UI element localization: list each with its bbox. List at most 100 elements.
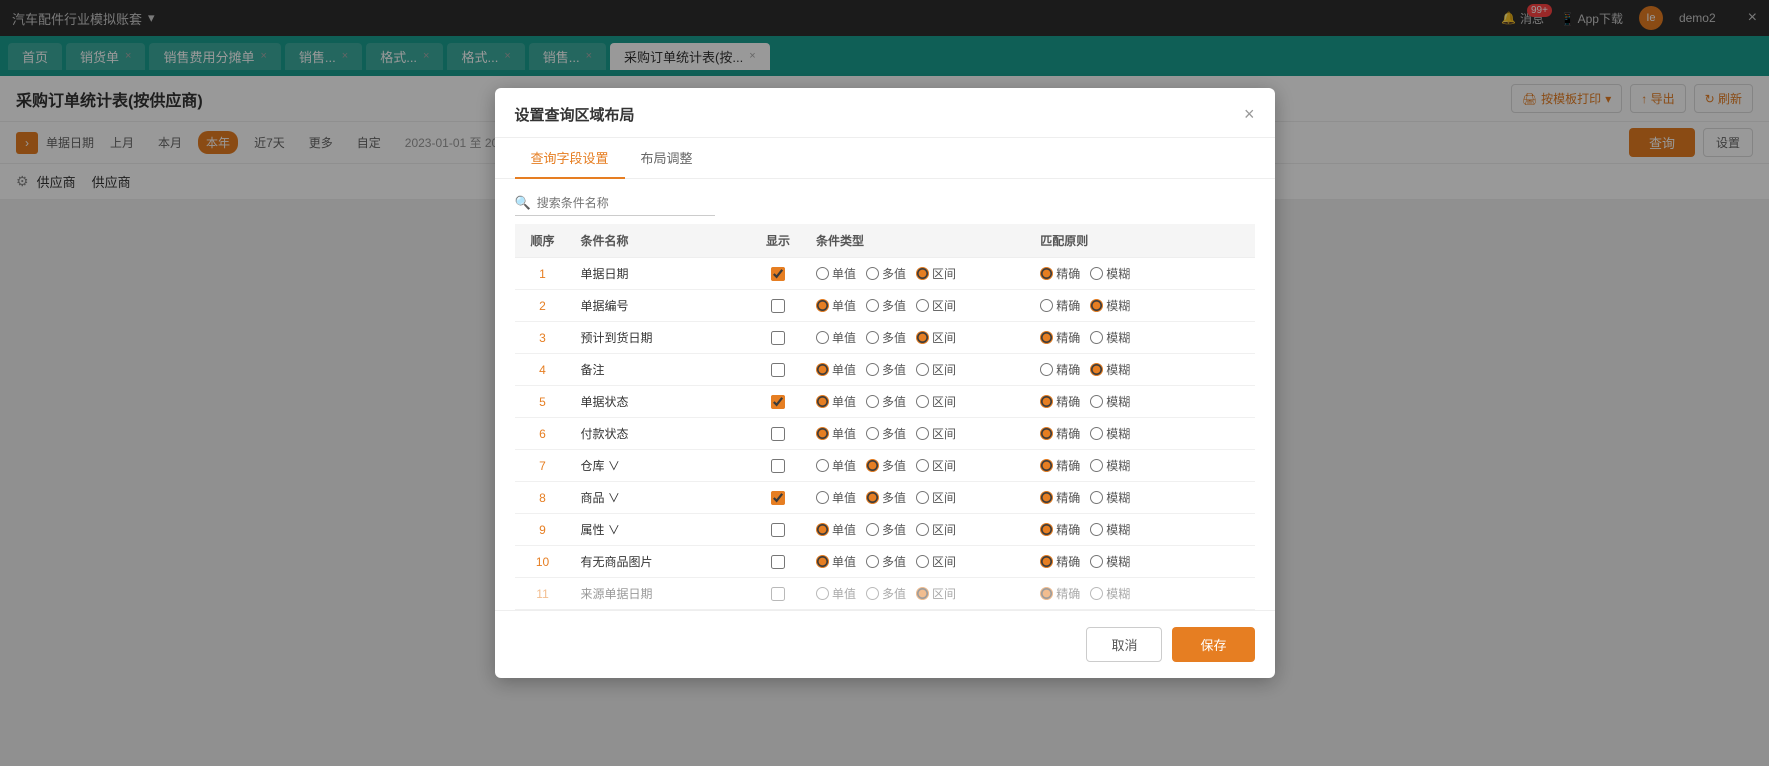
- display-checkbox[interactable]: [771, 299, 785, 313]
- type-radio-item[interactable]: 区间: [916, 361, 956, 378]
- match-radio-item[interactable]: 模糊: [1090, 265, 1130, 282]
- type-radio-item[interactable]: 单值: [816, 361, 856, 378]
- type-radio-item[interactable]: 单值: [816, 425, 856, 442]
- match-radio-item[interactable]: 精确: [1040, 489, 1080, 506]
- match-radio-item[interactable]: 精确: [1040, 329, 1080, 346]
- type-radio-item[interactable]: 区间: [916, 329, 956, 346]
- row-condition-name: 预计到货日期: [571, 322, 750, 354]
- type-radio-item[interactable]: 单值: [816, 393, 856, 410]
- dialog-footer: 取消 保存: [495, 610, 1275, 678]
- type-radio-item[interactable]: 区间: [916, 585, 956, 602]
- type-radio-item[interactable]: 多值: [866, 553, 906, 570]
- type-radio-item[interactable]: 单值: [816, 297, 856, 314]
- type-radio-item[interactable]: 单值: [816, 457, 856, 474]
- type-radio-item[interactable]: 多值: [866, 489, 906, 506]
- modal-overlay: 设置查询区域布局 × 查询字段设置 布局调整 🔍 顺序: [0, 0, 1769, 766]
- dialog-header: 设置查询区域布局 ×: [495, 88, 1275, 138]
- type-radio-item[interactable]: 多值: [866, 393, 906, 410]
- type-radio-item[interactable]: 区间: [916, 393, 956, 410]
- display-checkbox[interactable]: [771, 555, 785, 569]
- type-radio-item[interactable]: 区间: [916, 457, 956, 474]
- display-checkbox[interactable]: [771, 587, 785, 601]
- row-display-cell: [750, 290, 806, 322]
- row-order: 5: [515, 386, 571, 418]
- type-radio-item[interactable]: 多值: [866, 297, 906, 314]
- type-radio-item[interactable]: 单值: [816, 329, 856, 346]
- row-display-cell: [750, 482, 806, 514]
- display-checkbox[interactable]: [771, 331, 785, 345]
- match-radio-item[interactable]: 精确: [1040, 457, 1080, 474]
- type-radio-item[interactable]: 多值: [866, 361, 906, 378]
- table-row: 8商品 ∨单值多值区间精确模糊: [515, 482, 1255, 514]
- row-order: 3: [515, 322, 571, 354]
- cancel-button[interactable]: 取消: [1086, 627, 1162, 662]
- match-radio-item[interactable]: 精确: [1040, 297, 1080, 314]
- match-radio-item[interactable]: 模糊: [1090, 361, 1130, 378]
- match-radio-item[interactable]: 精确: [1040, 265, 1080, 282]
- row-condition-name: 单据状态: [571, 386, 750, 418]
- row-order: 7: [515, 450, 571, 482]
- match-radio-item[interactable]: 精确: [1040, 393, 1080, 410]
- row-condition-name: 商品 ∨: [571, 482, 750, 514]
- row-condition-name: 备注: [571, 354, 750, 386]
- row-type-cell: 单值多值区间: [806, 578, 1030, 610]
- type-radio-item[interactable]: 区间: [916, 553, 956, 570]
- dialog-close-button[interactable]: ×: [1244, 104, 1255, 125]
- match-radio-item[interactable]: 精确: [1040, 521, 1080, 538]
- display-checkbox[interactable]: [771, 267, 785, 281]
- type-radio-item[interactable]: 多值: [866, 521, 906, 538]
- match-radio-item[interactable]: 模糊: [1090, 457, 1130, 474]
- type-radio-item[interactable]: 区间: [916, 489, 956, 506]
- table-row: 4备注单值多值区间精确模糊: [515, 354, 1255, 386]
- match-radio-item[interactable]: 模糊: [1090, 553, 1130, 570]
- match-radio-item[interactable]: 模糊: [1090, 393, 1130, 410]
- save-button[interactable]: 保存: [1172, 627, 1254, 662]
- type-radio-item[interactable]: 多值: [866, 457, 906, 474]
- dialog-tab-bar: 查询字段设置 布局调整: [495, 138, 1275, 179]
- display-checkbox[interactable]: [771, 491, 785, 505]
- display-checkbox[interactable]: [771, 395, 785, 409]
- match-radio-item[interactable]: 模糊: [1090, 521, 1130, 538]
- display-checkbox[interactable]: [771, 363, 785, 377]
- type-radio-item[interactable]: 单值: [816, 489, 856, 506]
- match-radio-item[interactable]: 精确: [1040, 425, 1080, 442]
- row-condition-name: 仓库 ∨: [571, 450, 750, 482]
- row-condition-name: 单据编号: [571, 290, 750, 322]
- match-radio-item[interactable]: 模糊: [1090, 329, 1130, 346]
- type-radio-item[interactable]: 多值: [866, 265, 906, 282]
- col-type: 条件类型: [806, 224, 1030, 258]
- search-input[interactable]: [537, 196, 697, 210]
- type-radio-item[interactable]: 多值: [866, 585, 906, 602]
- display-checkbox[interactable]: [771, 459, 785, 473]
- type-radio-item[interactable]: 单值: [816, 585, 856, 602]
- display-checkbox[interactable]: [771, 427, 785, 441]
- tab-layout-adjust[interactable]: 布局调整: [625, 138, 709, 179]
- type-radio-item[interactable]: 单值: [816, 265, 856, 282]
- match-radio-item[interactable]: 模糊: [1090, 297, 1130, 314]
- tab-query-fields[interactable]: 查询字段设置: [515, 138, 625, 179]
- table-row: 3预计到货日期 单值多值区间 精确模糊: [515, 322, 1255, 354]
- row-match-cell: 精确模糊: [1030, 418, 1254, 450]
- table-row: 7仓库 ∨ 单值多值区间 精确模糊: [515, 450, 1255, 482]
- type-radio-item[interactable]: 区间: [916, 297, 956, 314]
- match-radio-item[interactable]: 精确: [1040, 585, 1080, 602]
- row-display-cell: [750, 386, 806, 418]
- col-name: 条件名称: [571, 224, 750, 258]
- row-type-cell: 单值多值区间: [806, 386, 1030, 418]
- type-radio-item[interactable]: 单值: [816, 521, 856, 538]
- match-radio-item[interactable]: 精确: [1040, 553, 1080, 570]
- row-order: 10: [515, 546, 571, 578]
- match-radio-item[interactable]: 模糊: [1090, 425, 1130, 442]
- type-radio-item[interactable]: 区间: [916, 265, 956, 282]
- table-row: 1单据日期单值多值区间精确模糊: [515, 258, 1255, 290]
- type-radio-item[interactable]: 多值: [866, 329, 906, 346]
- type-radio-item[interactable]: 多值: [866, 425, 906, 442]
- match-radio-item[interactable]: 精确: [1040, 361, 1080, 378]
- type-radio-item[interactable]: 区间: [916, 521, 956, 538]
- row-match-cell: 精确模糊: [1030, 386, 1254, 418]
- match-radio-item[interactable]: 模糊: [1090, 585, 1130, 602]
- display-checkbox[interactable]: [771, 523, 785, 537]
- type-radio-item[interactable]: 单值: [816, 553, 856, 570]
- type-radio-item[interactable]: 区间: [916, 425, 956, 442]
- match-radio-item[interactable]: 模糊: [1090, 489, 1130, 506]
